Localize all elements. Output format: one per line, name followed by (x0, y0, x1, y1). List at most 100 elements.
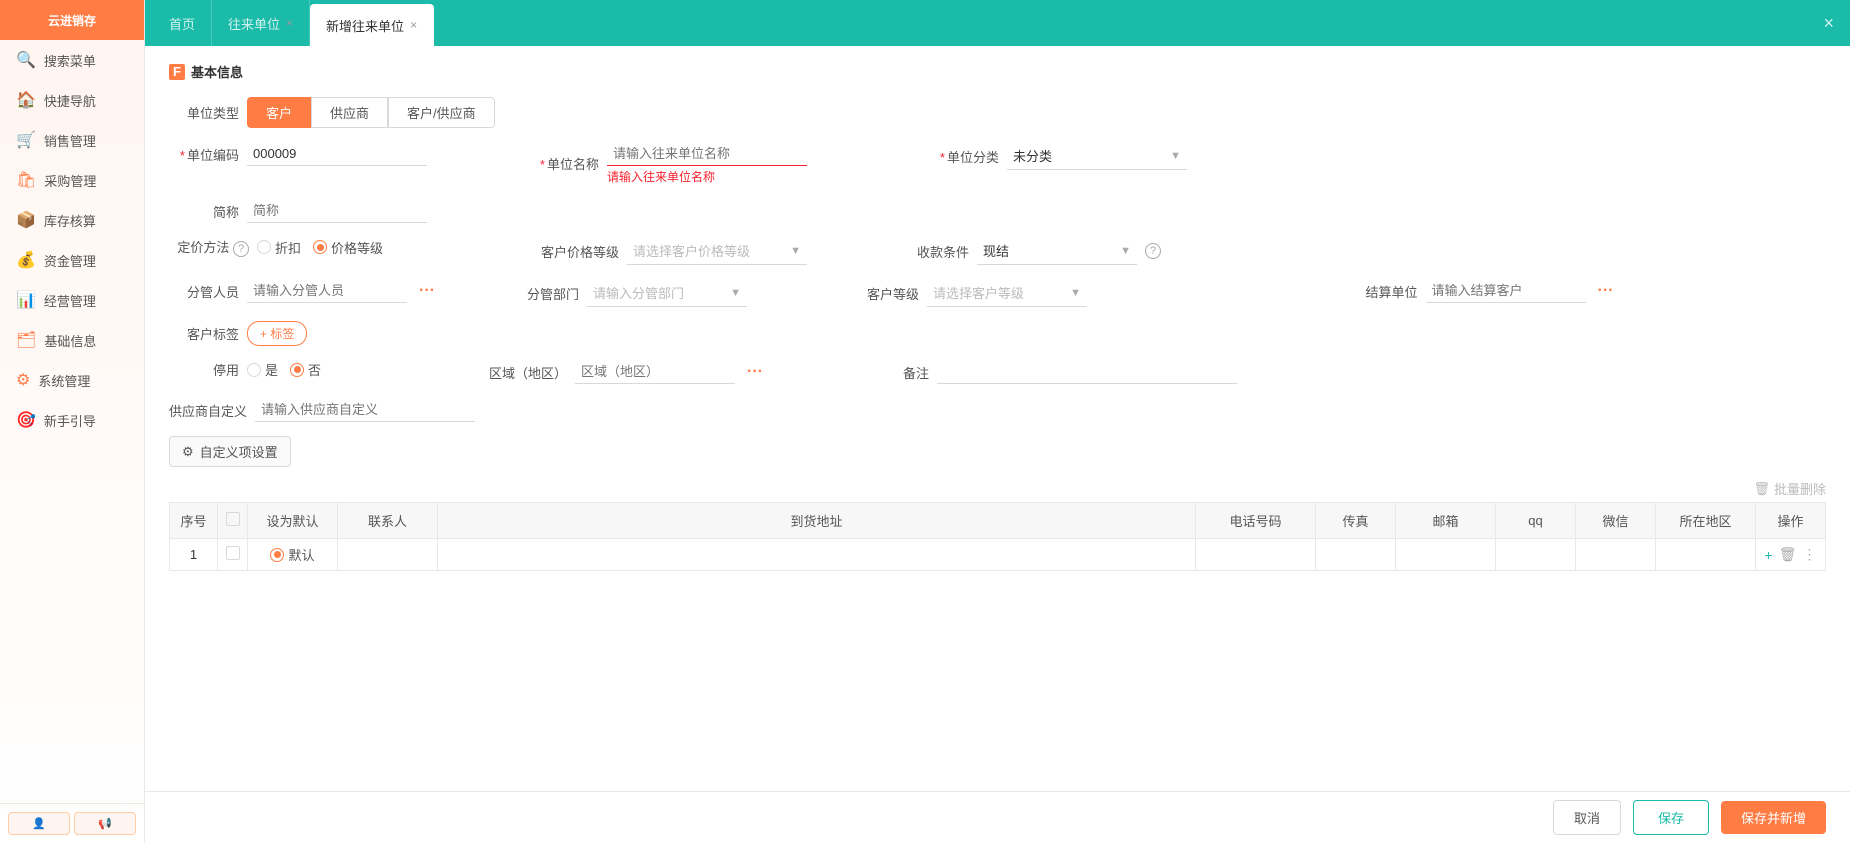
sidebar-item-operation[interactable]: 📊 经营管理 (0, 280, 144, 320)
cell-fax[interactable] (1316, 539, 1396, 571)
unit-name-input[interactable] (607, 142, 807, 166)
disabled-yes-radio[interactable] (247, 363, 261, 377)
close-all-button[interactable]: × (1815, 13, 1842, 34)
disabled-yes-option[interactable]: 是 (247, 360, 278, 379)
sidebar-item-purchase[interactable]: 🛍 采购管理 (0, 160, 144, 200)
short-name-input[interactable] (247, 199, 427, 223)
batch-delete-label[interactable]: 批量删除 (1774, 479, 1826, 498)
customer-level-select[interactable]: 请选择客户等级 ▼ (927, 279, 1087, 307)
col-fax: 传真 (1316, 503, 1396, 539)
tab-new-partner[interactable]: 新增往来单位 × (310, 4, 434, 46)
sidebar-item-finance[interactable]: 💰 资金管理 (0, 240, 144, 280)
cell-region[interactable] (1656, 539, 1756, 571)
header-checkbox[interactable] (226, 512, 240, 526)
pricing-price-level-option[interactable]: 价格等级 (313, 238, 383, 257)
sidebar-item-label: 库存核算 (44, 211, 96, 230)
add-row-btn[interactable]: + (1765, 547, 1773, 563)
customer-price-level-select[interactable]: 请选择客户价格等级 ▼ (627, 237, 807, 265)
fax-input[interactable] (1322, 547, 1389, 562)
sidebar-item-sales[interactable]: 🛒 销售管理 (0, 120, 144, 160)
department-label: 分管部门 (509, 284, 579, 303)
settlement-unit-more-btn[interactable]: ··· (1594, 282, 1618, 300)
chevron-down-icon2: ▼ (790, 245, 801, 257)
contact-input[interactable] (344, 547, 431, 562)
add-tag-button[interactable]: + 标签 (247, 321, 307, 346)
sidebar-item-system[interactable]: ⚙ 系统管理 (0, 360, 144, 400)
settlement-unit-input[interactable] (1426, 279, 1586, 303)
wechat-input[interactable] (1582, 547, 1649, 562)
tab-home[interactable]: 首页 (153, 0, 212, 46)
region-input[interactable] (575, 360, 735, 384)
guide-icon: 🎯 (16, 410, 36, 430)
disabled-no-option[interactable]: 否 (290, 360, 321, 379)
supplier-custom-input[interactable] (255, 398, 475, 422)
remark-field: 备注 (859, 360, 1826, 384)
pricing-discount-radio[interactable] (257, 240, 271, 254)
unit-category-select[interactable]: 未分类 ▼ (1007, 142, 1187, 170)
unit-type-both-btn[interactable]: 客户/供应商 (388, 97, 495, 128)
supervisor-label: 分管人员 (169, 282, 239, 301)
unit-type-customer-btn[interactable]: 客户 (247, 97, 311, 128)
cancel-button[interactable]: 取消 (1553, 800, 1621, 835)
user-btn[interactable]: 👤 (8, 812, 70, 835)
unit-code-field: *单位编码 (169, 142, 529, 166)
unit-type-row: 单位类型 客户 供应商 客户/供应商 (169, 97, 1826, 128)
row-actions: + 🗑 ⋮ (1762, 546, 1819, 563)
payment-terms-select[interactable]: 现结 ▼ (977, 237, 1137, 265)
chevron-down-icon5: ▼ (1070, 287, 1081, 299)
pricing-help-icon[interactable]: ? (233, 241, 249, 257)
cell-phone[interactable] (1196, 539, 1316, 571)
pricing-method-field: 定价方法 ? 折扣 价格等级 (169, 237, 509, 257)
batch-delete-area: 🗑 批量删除 (169, 479, 1826, 498)
home-icon: 🏠 (16, 90, 36, 110)
department-select[interactable]: 请输入分管部门 ▼ (587, 279, 747, 307)
qq-input[interactable] (1502, 547, 1569, 562)
sidebar-item-quicknav[interactable]: 🏠 快捷导航 (0, 80, 144, 120)
pricing-discount-option[interactable]: 折扣 (257, 238, 301, 257)
cell-qq[interactable] (1496, 539, 1576, 571)
short-name-field: 简称 (169, 199, 529, 223)
cell-wechat[interactable] (1576, 539, 1656, 571)
sidebar-item-search[interactable]: 🔍 搜索菜单 (0, 40, 144, 80)
scroll-btn[interactable]: ⋮ (1802, 546, 1816, 563)
tab-partners[interactable]: 往来单位 × (212, 0, 310, 46)
remark-input[interactable] (937, 360, 1237, 384)
row-region-input[interactable] (1662, 547, 1749, 562)
notify-btn[interactable]: 📢 (74, 812, 136, 835)
unit-code-input[interactable] (247, 142, 427, 166)
region-more-btn[interactable]: ··· (743, 363, 767, 381)
section-icon: F (169, 64, 185, 80)
disabled-region-remark-row: 停用 是 否 区域（地区） ··· 备注 (169, 360, 1826, 384)
tab-label: 首页 (169, 14, 195, 33)
row-checkbox[interactable] (226, 546, 240, 560)
payment-terms-help-icon[interactable]: ? (1145, 243, 1161, 259)
sidebar-item-basic[interactable]: 🗂 基础信息 (0, 320, 144, 360)
pricing-price-level-radio[interactable] (313, 240, 327, 254)
supplier-custom-field: 供应商自定义 (169, 398, 1826, 422)
save-and-add-button[interactable]: 保存并新增 (1721, 801, 1826, 834)
payment-terms-field: 收款条件 现结 ▼ ? (899, 237, 1826, 265)
tab-close-icon[interactable]: × (286, 16, 293, 30)
custom-settings-button[interactable]: ⚙ 自定义项设置 (169, 436, 291, 467)
cell-contact[interactable] (338, 539, 438, 571)
phone-input[interactable] (1202, 547, 1309, 562)
cell-email[interactable] (1396, 539, 1496, 571)
supervisor-input[interactable] (247, 279, 407, 303)
sidebar-item-guide[interactable]: 🎯 新手引导 (0, 400, 144, 440)
sidebar-item-inventory[interactable]: 📦 库存核算 (0, 200, 144, 240)
default-radio-option[interactable]: 默认 (254, 545, 331, 564)
email-input[interactable] (1402, 547, 1489, 562)
supervisor-more-btn[interactable]: ··· (415, 282, 439, 300)
address-input[interactable] (444, 547, 1189, 562)
disabled-no-radio[interactable] (290, 363, 304, 377)
tab-close-active-icon[interactable]: × (410, 18, 417, 32)
cell-address[interactable] (438, 539, 1196, 571)
region-label: 区域（地区） (489, 363, 567, 382)
delete-row-btn[interactable]: 🗑 (1779, 546, 1797, 563)
save-button[interactable]: 保存 (1633, 800, 1709, 835)
default-radio[interactable] (270, 548, 284, 562)
unit-type-supplier-btn[interactable]: 供应商 (311, 97, 388, 128)
basic-icon: 🗂 (16, 330, 36, 350)
unit-type-group: 客户 供应商 客户/供应商 (247, 97, 495, 128)
form-content: F 基本信息 单位类型 客户 供应商 客户/供应商 *单位编码 (145, 46, 1850, 791)
